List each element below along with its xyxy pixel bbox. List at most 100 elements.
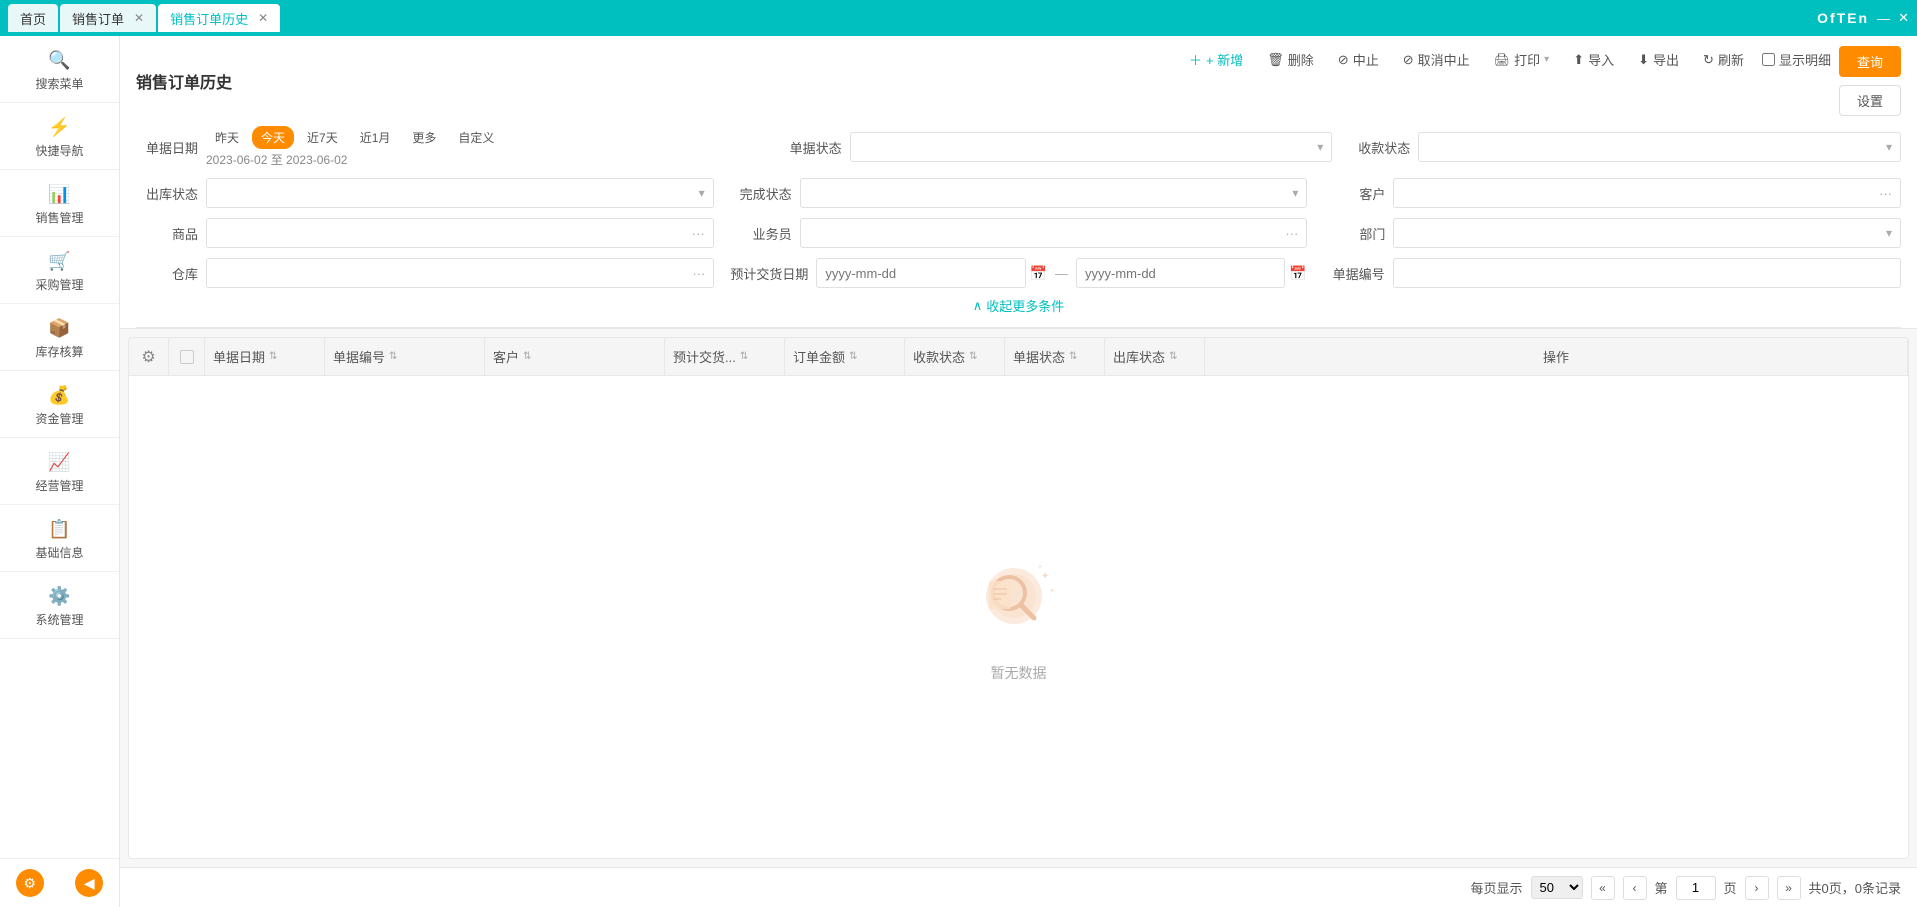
date-btn-today[interactable]: 今天 — [252, 126, 294, 149]
th-customer[interactable]: 客户 ⇅ — [485, 338, 665, 375]
page-unit: 页 — [1724, 878, 1737, 897]
th-amount-label: 订单金额 — [793, 347, 845, 366]
sidebar-label-inventory: 库存核算 — [35, 343, 83, 360]
sidebar-item-basicinfo[interactable]: 📋 基础信息 — [0, 505, 119, 572]
th-date-label: 单据日期 — [213, 347, 265, 366]
th-customer-label: 客户 — [493, 347, 519, 366]
th-warehouse-status-label: 出库状态 — [1113, 347, 1165, 366]
product-select[interactable]: ··· — [206, 218, 714, 248]
th-doc-num[interactable]: 单据编号 ⇅ — [325, 338, 485, 375]
header-checkbox[interactable] — [180, 350, 194, 364]
next-page-icon: › — [1755, 881, 1759, 895]
delivery-date-to[interactable] — [1076, 258, 1285, 288]
sidebar-item-quicknav[interactable]: ⚡ 快捷导航 — [0, 103, 119, 170]
sidebar-item-sales[interactable]: 📊 销售管理 — [0, 170, 119, 237]
new-button[interactable]: ＋ + 新增 — [1183, 46, 1249, 73]
sidebar-label-capital: 资金管理 — [35, 410, 83, 427]
collapse-btn[interactable]: ∧ 收起更多条件 — [136, 292, 1901, 319]
sidebar-item-operations[interactable]: 📈 经营管理 — [0, 438, 119, 505]
query-button[interactable]: 查询 — [1839, 46, 1901, 77]
page-number-input[interactable] — [1676, 876, 1716, 900]
tab-sales-order-close[interactable]: ✕ — [134, 11, 144, 25]
sidebar-settings-btn[interactable]: ⚙ — [16, 869, 44, 897]
page-header: 销售订单历史 ＋ + 新增 🗑 删除 — [120, 36, 1917, 329]
sidebar: 🔍 搜索菜单 ⚡ 快捷导航 📊 销售管理 🛒 采购管理 📦 库存核算 💰 资金管… — [0, 36, 120, 907]
th-warehouse-status[interactable]: 出库状态 ⇅ — [1105, 338, 1205, 375]
th-amount[interactable]: 订单金额 ⇅ — [785, 338, 905, 375]
calendar-to-icon[interactable]: 📅 — [1289, 265, 1306, 282]
gear-icon[interactable]: ⚙ — [141, 347, 155, 367]
delivery-date-from[interactable] — [816, 258, 1025, 288]
page-size-label: 每页显示 — [1470, 878, 1522, 897]
department-select[interactable]: ▾ — [1393, 218, 1901, 248]
date-range-text: 2023-06-02 至 2023-06-02 — [206, 151, 764, 168]
filter-row-2: 出库状态 ▾ 完成状态 ▾ 客户 ··· — [136, 178, 1901, 208]
inventory-icon: 📦 — [48, 318, 70, 339]
search-icon: 🔍 — [48, 50, 70, 71]
date-btn-1month[interactable]: 近1月 — [351, 126, 400, 149]
th-receipt-status[interactable]: 收款状态 ⇅ — [905, 338, 1005, 375]
refresh-button[interactable]: ↻ 刷新 — [1697, 46, 1750, 73]
sort-delivery-icon: ⇅ — [740, 351, 748, 362]
tab-sales-order-history[interactable]: 销售订单历史 ✕ — [158, 4, 280, 32]
cancel-stop-button[interactable]: ⊘ 取消中止 — [1397, 46, 1476, 73]
toolbar: ＋ + 新增 🗑 删除 ⊘ 中止 — [1183, 46, 1831, 73]
stop-label: 中止 — [1353, 50, 1379, 69]
th-date[interactable]: 单据日期 ⇅ — [205, 338, 325, 375]
sidebar-item-capital[interactable]: 💰 资金管理 — [0, 371, 119, 438]
tab-sales-order[interactable]: 销售订单 ✕ — [60, 4, 156, 32]
settings-button[interactable]: 设置 — [1839, 85, 1901, 116]
customer-select[interactable]: ··· — [1393, 178, 1901, 208]
filter-row-3: 商品 ··· 业务员 ··· 部门 ▾ — [136, 218, 1901, 248]
th-settings[interactable]: ⚙ — [129, 338, 169, 375]
doc-status-arrow: ▾ — [1317, 140, 1323, 154]
print-button[interactable]: 🖨 打印 ▾ — [1488, 46, 1556, 73]
sidebar-item-inventory[interactable]: 📦 库存核算 — [0, 304, 119, 371]
quicknav-icon: ⚡ — [48, 117, 70, 138]
tab-history-close[interactable]: ✕ — [258, 11, 268, 25]
th-delivery[interactable]: 预计交货... ⇅ — [665, 338, 785, 375]
display-detail-toggle[interactable]: 显示明细 — [1762, 50, 1831, 69]
stop-button[interactable]: ⊘ 中止 — [1332, 46, 1385, 73]
last-page-btn[interactable]: » — [1777, 876, 1801, 900]
minimize-btn[interactable]: — — [1877, 11, 1890, 26]
sidebar-item-search[interactable]: 🔍 搜索菜单 — [0, 36, 119, 103]
warehouse-status-select[interactable]: ▾ — [206, 178, 714, 208]
export-label: 导出 — [1653, 50, 1679, 69]
th-doc-status[interactable]: 单据状态 ⇅ — [1005, 338, 1105, 375]
product-label: 商品 — [136, 224, 206, 243]
page-label: 第 — [1655, 878, 1668, 897]
salesperson-select[interactable]: ··· — [800, 218, 1308, 248]
doc-number-input[interactable] — [1393, 258, 1901, 288]
calendar-from-icon[interactable]: 📅 — [1030, 265, 1047, 282]
sidebar-toggle-btn[interactable]: ◀ — [75, 869, 103, 897]
export-button[interactable]: ⬇ 导出 — [1632, 46, 1685, 73]
doc-status-select[interactable]: ▾ — [850, 132, 1333, 162]
import-button[interactable]: ⬆ 导入 — [1567, 46, 1620, 73]
svg-text:✦: ✦ — [1049, 587, 1055, 595]
tab-home[interactable]: 首页 — [8, 4, 58, 32]
new-icon: ＋ — [1189, 50, 1202, 69]
close-btn[interactable]: ✕ — [1898, 10, 1909, 26]
next-page-btn[interactable]: › — [1745, 876, 1769, 900]
date-btn-more[interactable]: 更多 — [403, 126, 445, 149]
sidebar-item-purchase[interactable]: 🛒 采购管理 — [0, 237, 119, 304]
completion-status-select[interactable]: ▾ — [800, 178, 1308, 208]
page-size-select[interactable]: 50 10 20 100 — [1531, 876, 1583, 899]
date-btn-yesterday[interactable]: 昨天 — [206, 126, 248, 149]
date-btn-custom[interactable]: 自定义 — [449, 126, 503, 149]
date-btn-7days[interactable]: 近7天 — [298, 126, 347, 149]
empty-text: 暂无数据 — [991, 663, 1047, 683]
warehouse-select[interactable]: ··· — [206, 258, 714, 288]
sidebar-item-system[interactable]: ⚙️ 系统管理 — [0, 572, 119, 639]
receipt-status-select[interactable]: ▾ — [1418, 132, 1901, 162]
display-detail-checkbox[interactable] — [1762, 53, 1775, 66]
export-icon: ⬇ — [1638, 52, 1649, 68]
delete-button[interactable]: 🗑 删除 — [1261, 46, 1320, 73]
import-icon: ⬆ — [1573, 52, 1584, 68]
first-page-btn[interactable]: « — [1591, 876, 1615, 900]
warehouse-status-label: 出库状态 — [136, 184, 206, 203]
brand-logo: OfTEn — [1817, 10, 1869, 26]
sort-customer-icon: ⇅ — [523, 351, 531, 362]
prev-page-btn[interactable]: ‹ — [1623, 876, 1647, 900]
